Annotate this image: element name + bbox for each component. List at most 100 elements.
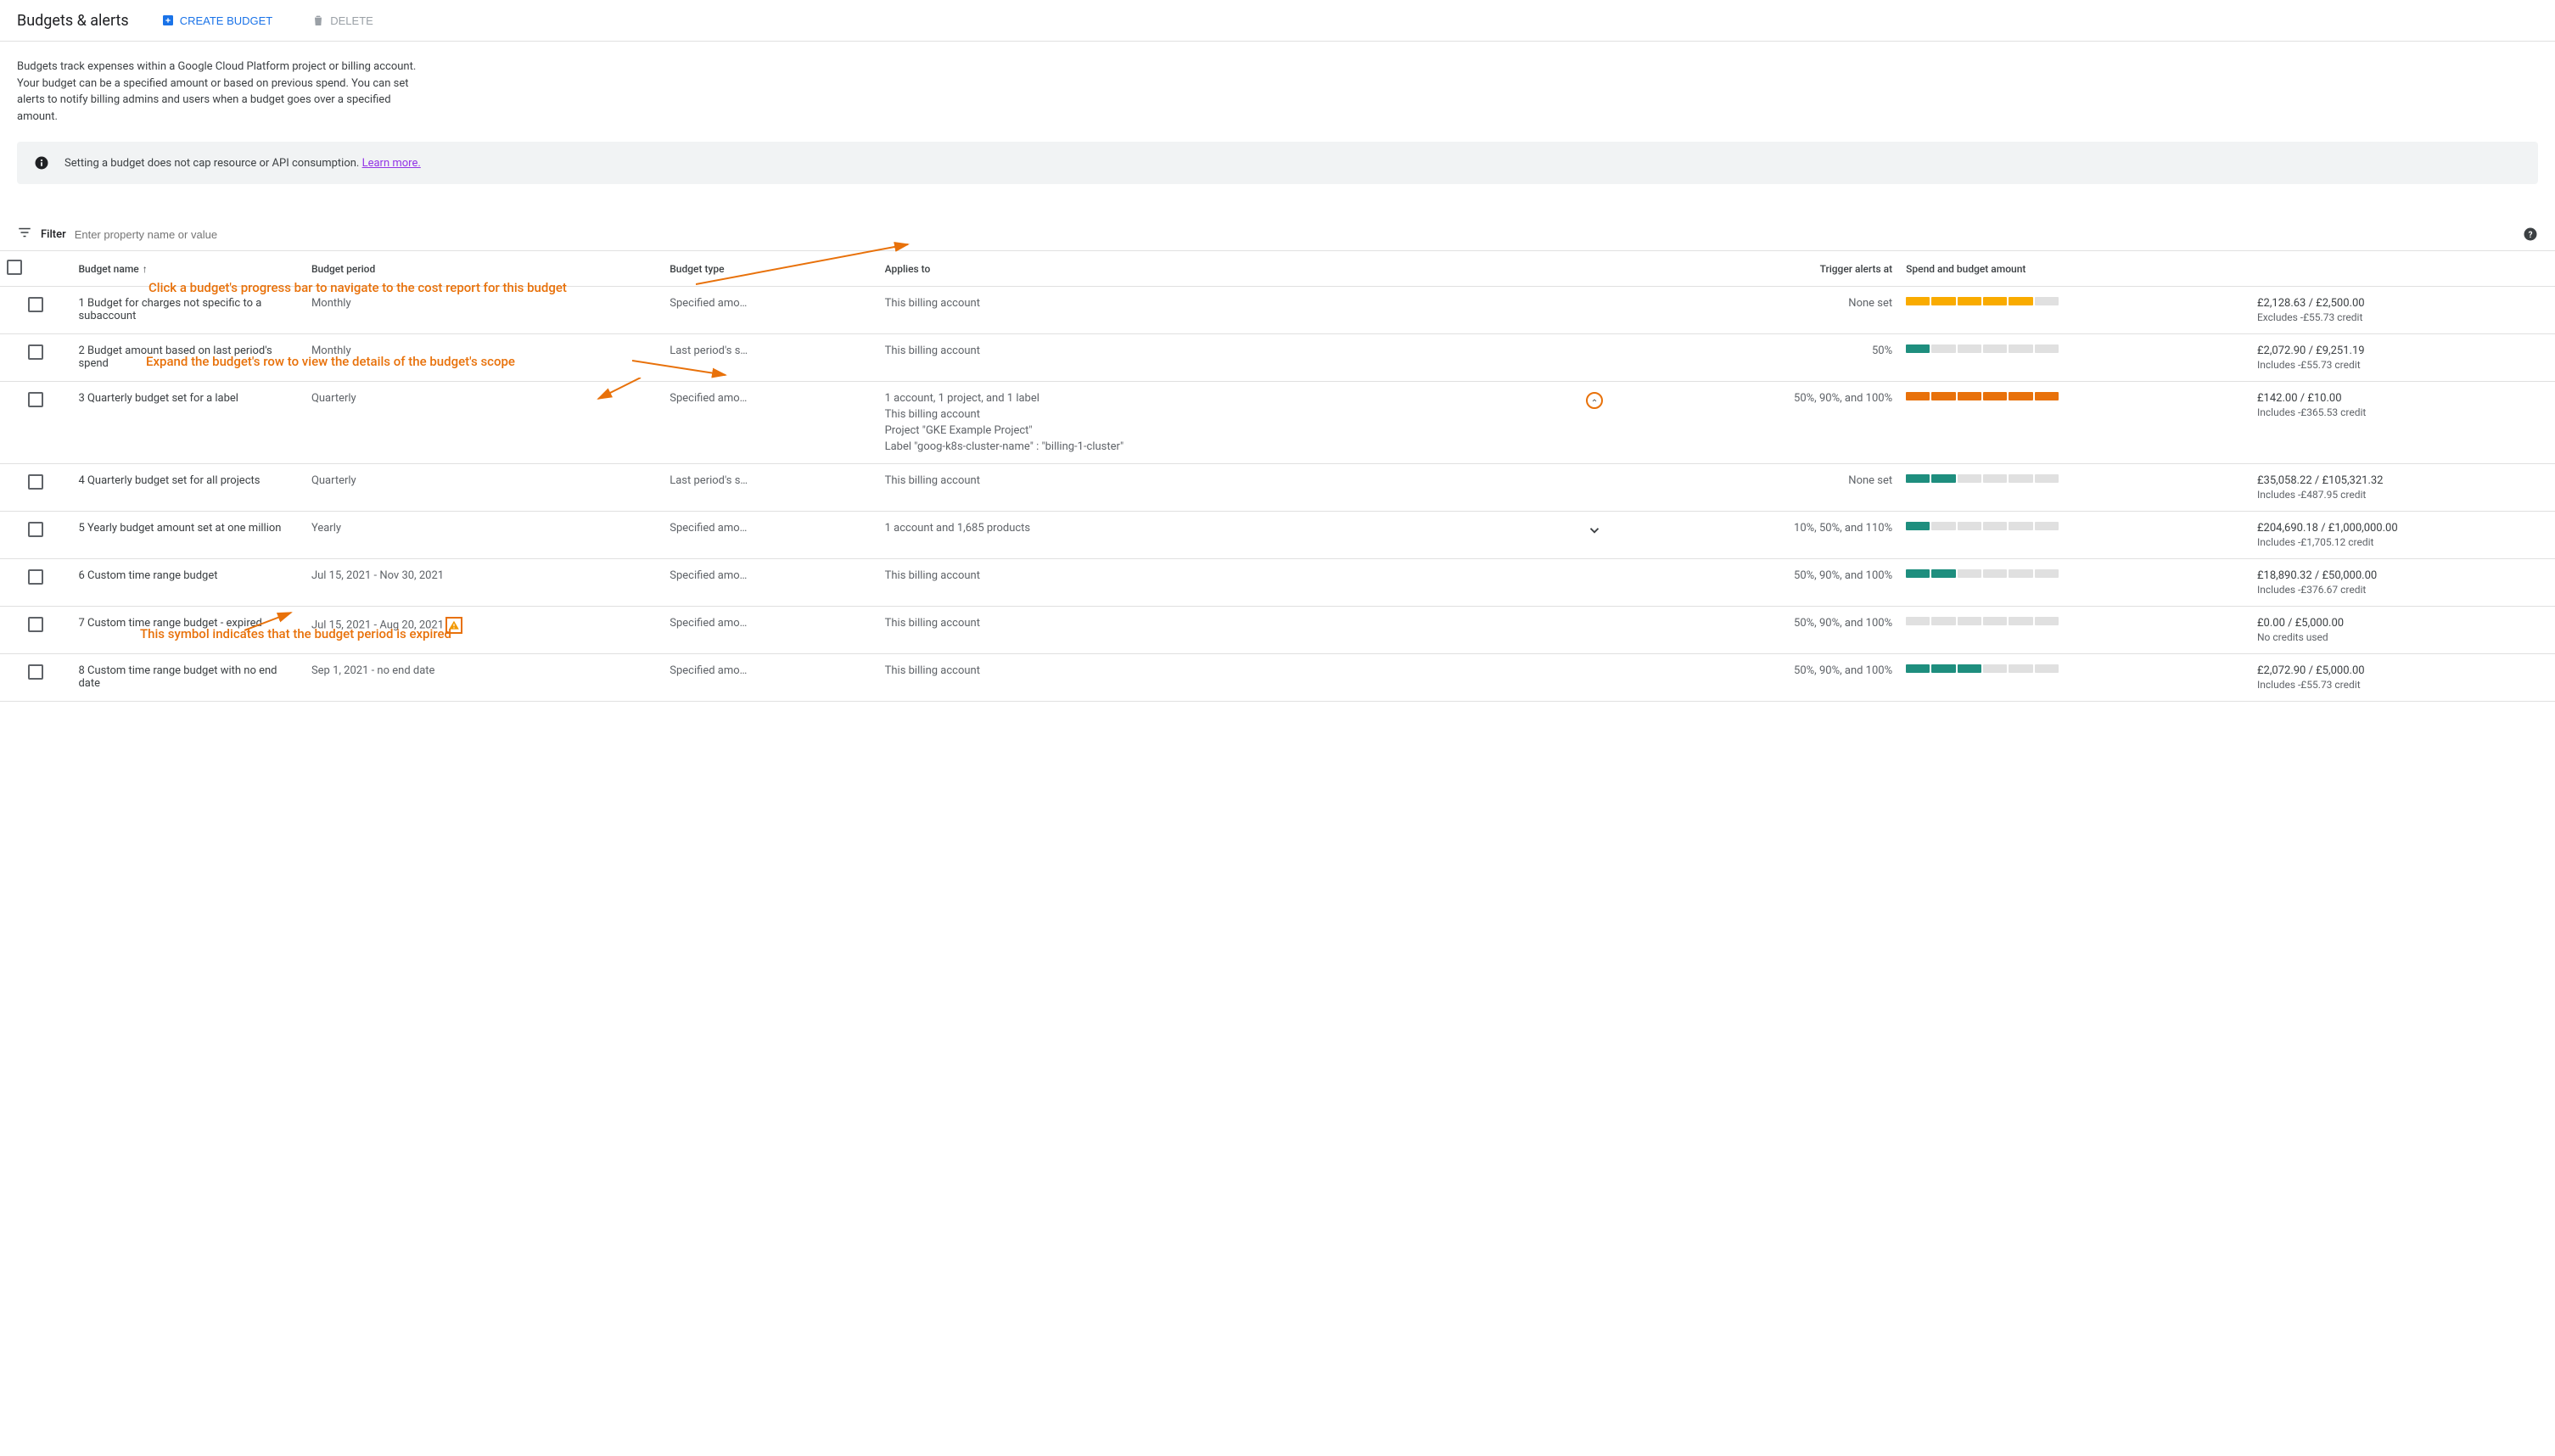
help-icon[interactable]: ? bbox=[2523, 227, 2538, 242]
budget-progress-bar[interactable] bbox=[1906, 569, 2059, 578]
progress-segment bbox=[2009, 297, 2032, 305]
progress-segment bbox=[1983, 392, 2007, 400]
trigger-alerts-cell: 10%, 50%, and 110% bbox=[1630, 512, 1899, 559]
progress-segment bbox=[2009, 569, 2032, 578]
col-header-name[interactable]: Budget name↑ bbox=[71, 251, 304, 287]
budget-name-cell[interactable]: 2 Budget amount based on last period's s… bbox=[71, 334, 304, 382]
progress-segment bbox=[1931, 344, 1955, 353]
applies-to-cell: This billing account bbox=[878, 607, 1559, 654]
row-checkbox[interactable] bbox=[28, 392, 43, 407]
budget-progress-bar[interactable] bbox=[1906, 297, 2059, 305]
progress-segment bbox=[2009, 664, 2032, 673]
budget-type-cell: Specified amo… bbox=[663, 287, 877, 334]
expand-row-button[interactable] bbox=[1586, 522, 1603, 539]
row-checkbox[interactable] bbox=[28, 474, 43, 490]
table-row[interactable]: 3 Quarterly budget set for a labelQuarte… bbox=[0, 382, 2555, 464]
budget-type-cell: Last period's s… bbox=[663, 464, 877, 512]
row-checkbox[interactable] bbox=[28, 344, 43, 360]
col-header-trigger[interactable]: Trigger alerts at bbox=[1630, 251, 1899, 287]
filter-icon bbox=[17, 225, 32, 244]
budget-period-cell: Jul 15, 2021 - Nov 30, 2021 bbox=[305, 559, 663, 607]
budget-type-cell: Specified amo… bbox=[663, 512, 877, 559]
table-row[interactable]: 2 Budget amount based on last period's s… bbox=[0, 334, 2555, 382]
progress-segment bbox=[1958, 344, 1981, 353]
progress-segment bbox=[1906, 522, 1930, 530]
col-header-spend[interactable]: Spend and budget amount bbox=[1899, 251, 2250, 287]
applies-to-cell: This billing account bbox=[878, 287, 1559, 334]
budget-name-cell[interactable]: 6 Custom time range budget bbox=[71, 559, 304, 607]
collapse-row-button[interactable] bbox=[1586, 392, 1603, 409]
sort-arrow-up-icon: ↑ bbox=[143, 263, 148, 275]
progress-segment bbox=[1983, 474, 2007, 483]
budget-type-cell: Last period's s… bbox=[663, 334, 877, 382]
spend-amount-cell: £204,690.18 / £1,000,000.00Includes -£1,… bbox=[2250, 512, 2555, 559]
budget-name-cell[interactable]: 1 Budget for charges not specific to a s… bbox=[71, 287, 304, 334]
budget-name-cell[interactable]: 7 Custom time range budget - expired bbox=[71, 607, 304, 654]
spend-amount-cell: £2,072.90 / £5,000.00Includes -£55.73 cr… bbox=[2250, 654, 2555, 702]
budget-name-cell[interactable]: 3 Quarterly budget set for a label bbox=[71, 382, 304, 464]
budget-name-cell[interactable]: 5 Yearly budget amount set at one millio… bbox=[71, 512, 304, 559]
budget-progress-bar[interactable] bbox=[1906, 522, 2059, 530]
budget-period-cell: Monthly bbox=[305, 334, 663, 382]
table-row[interactable]: 4 Quarterly budget set for all projectsQ… bbox=[0, 464, 2555, 512]
delete-button[interactable]: DELETE bbox=[305, 8, 380, 32]
trigger-alerts-cell: 50% bbox=[1630, 334, 1899, 382]
budget-progress-bar[interactable] bbox=[1906, 664, 2059, 673]
applies-to-cell: This billing account bbox=[878, 334, 1559, 382]
filter-input[interactable] bbox=[75, 228, 2538, 241]
progress-segment bbox=[1958, 617, 1981, 625]
table-row[interactable]: 5 Yearly budget amount set at one millio… bbox=[0, 512, 2555, 559]
filter-bar: Filter ? bbox=[0, 218, 2555, 250]
budget-progress-bar[interactable] bbox=[1906, 392, 2059, 400]
row-checkbox[interactable] bbox=[28, 617, 43, 632]
progress-segment bbox=[2035, 474, 2059, 483]
budget-period-cell: Quarterly bbox=[305, 464, 663, 512]
create-budget-button[interactable]: CREATE BUDGET bbox=[154, 8, 280, 32]
budget-period-cell: Monthly bbox=[305, 287, 663, 334]
col-header-type[interactable]: Budget type bbox=[663, 251, 877, 287]
progress-segment bbox=[1906, 392, 1930, 400]
col-header-applies[interactable]: Applies to bbox=[878, 251, 1559, 287]
learn-more-link[interactable]: Learn more. bbox=[362, 157, 421, 170]
budget-progress-bar[interactable] bbox=[1906, 474, 2059, 483]
table-row[interactable]: 8 Custom time range budget with no end d… bbox=[0, 654, 2555, 702]
info-banner: Setting a budget does not cap resource o… bbox=[17, 142, 2538, 184]
spend-amount-cell: £2,128.63 / £2,500.00Excludes -£55.73 cr… bbox=[2250, 287, 2555, 334]
progress-segment bbox=[1906, 664, 1930, 673]
budget-progress-bar[interactable] bbox=[1906, 617, 2059, 625]
row-checkbox[interactable] bbox=[28, 664, 43, 680]
table-row[interactable]: 1 Budget for charges not specific to a s… bbox=[0, 287, 2555, 334]
row-checkbox[interactable] bbox=[28, 522, 43, 537]
progress-segment bbox=[1906, 474, 1930, 483]
budget-name-cell[interactable]: 8 Custom time range budget with no end d… bbox=[71, 654, 304, 702]
budget-type-cell: Specified amo… bbox=[663, 382, 877, 464]
spend-amount-cell: £142.00 / £10.00Includes -£365.53 credit bbox=[2250, 382, 2555, 464]
trigger-alerts-cell: 50%, 90%, and 100% bbox=[1630, 559, 1899, 607]
budgets-table: Budget name↑ Budget period Budget type A… bbox=[0, 250, 2555, 702]
row-checkbox[interactable] bbox=[28, 569, 43, 585]
table-row[interactable]: 7 Custom time range budget - expiredJul … bbox=[0, 607, 2555, 654]
trigger-alerts-cell: 50%, 90%, and 100% bbox=[1630, 607, 1899, 654]
page-title: Budgets & alerts bbox=[17, 12, 129, 30]
table-header-row: Budget name↑ Budget period Budget type A… bbox=[0, 251, 2555, 287]
col-header-period[interactable]: Budget period bbox=[305, 251, 663, 287]
expired-warning-icon bbox=[445, 617, 462, 634]
table-row[interactable]: 6 Custom time range budgetJul 15, 2021 -… bbox=[0, 559, 2555, 607]
page-header: Budgets & alerts CREATE BUDGET DELETE bbox=[0, 0, 2555, 42]
progress-segment bbox=[2035, 664, 2059, 673]
row-checkbox[interactable] bbox=[28, 297, 43, 312]
progress-segment bbox=[1906, 344, 1930, 353]
progress-segment bbox=[1931, 297, 1955, 305]
progress-segment bbox=[1931, 474, 1955, 483]
progress-segment bbox=[1906, 297, 1930, 305]
info-text: Setting a budget does not cap resource o… bbox=[64, 157, 421, 170]
budget-period-cell: Yearly bbox=[305, 512, 663, 559]
budget-name-cell[interactable]: 4 Quarterly budget set for all projects bbox=[71, 464, 304, 512]
select-all-checkbox[interactable] bbox=[7, 260, 22, 275]
page-description: Budgets track expenses within a Google C… bbox=[17, 59, 433, 125]
trigger-alerts-cell: 50%, 90%, and 100% bbox=[1630, 382, 1899, 464]
spend-amount-cell: £35,058.22 / £105,321.32Includes -£487.9… bbox=[2250, 464, 2555, 512]
budget-progress-bar[interactable] bbox=[1906, 344, 2059, 353]
applies-detail-line: Project "GKE Example Project" bbox=[885, 424, 1552, 437]
trigger-alerts-cell: None set bbox=[1630, 287, 1899, 334]
